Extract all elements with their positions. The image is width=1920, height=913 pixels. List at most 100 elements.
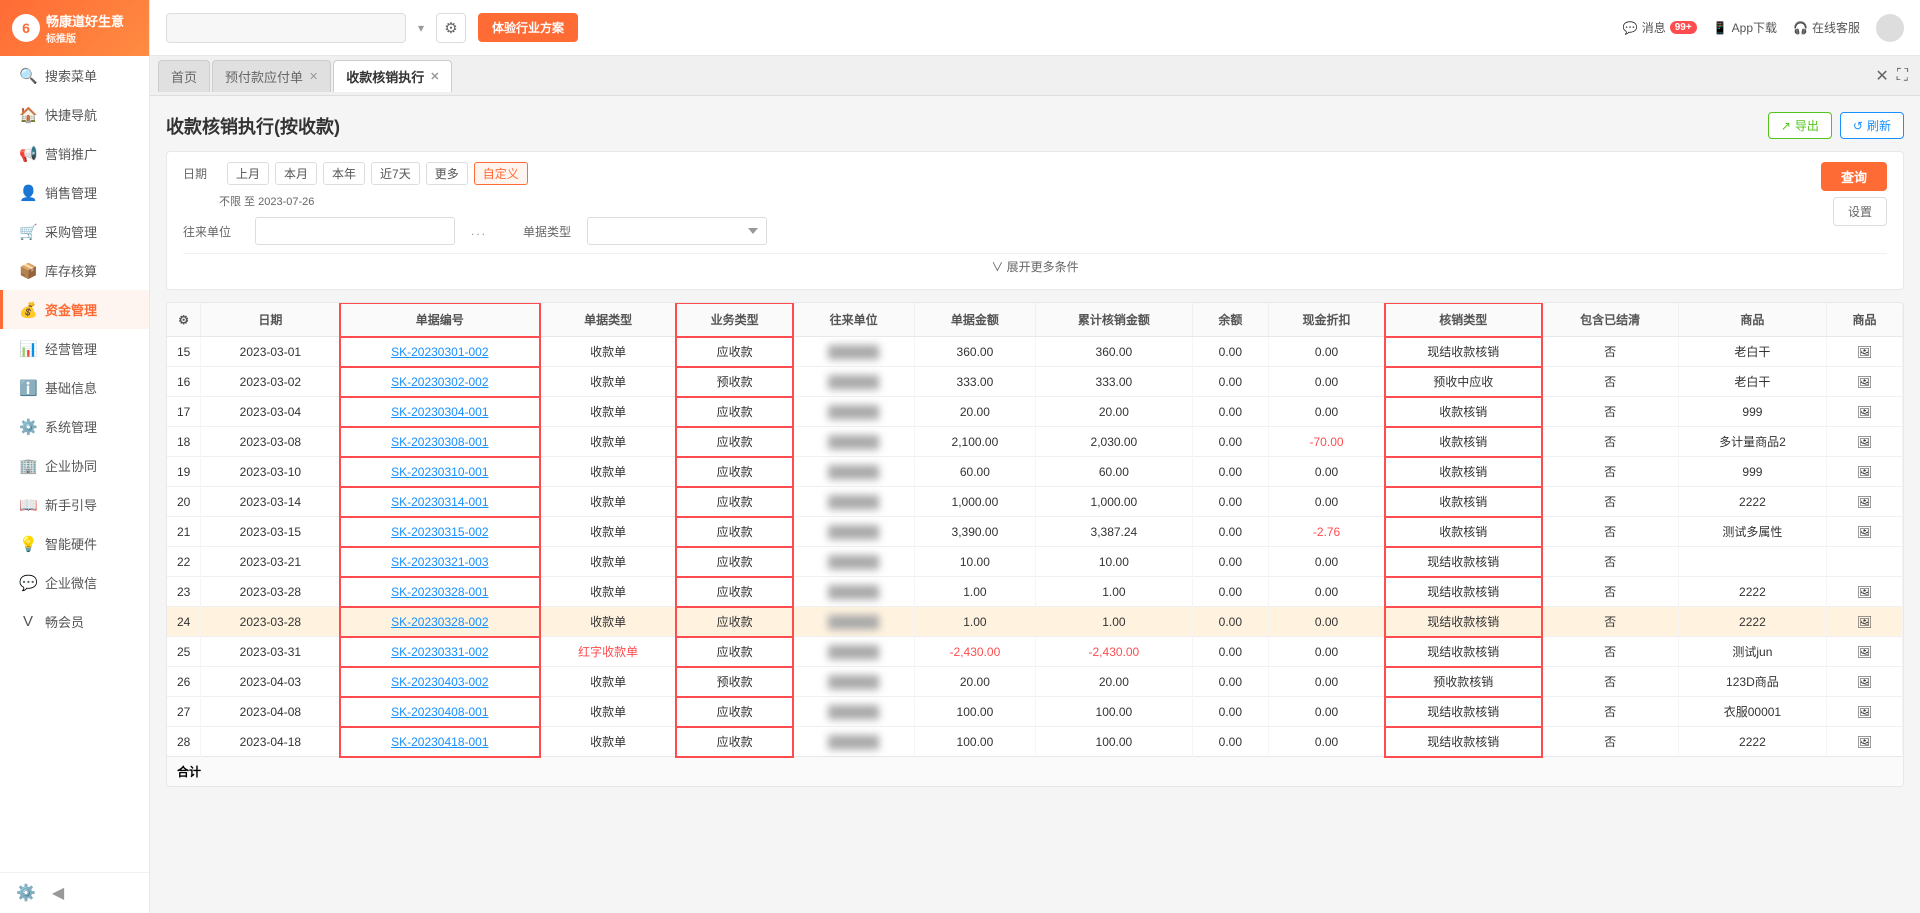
page-title: 收款核销执行(按收款) — [166, 113, 340, 139]
main-table: ⚙ 日期 单据编号 单据类型 业务类型 往来单位 单据金额 累计核销金额 余额 … — [167, 303, 1903, 786]
collapse-icon[interactable]: ◀ — [52, 883, 64, 903]
sidebar-item-guide[interactable]: 📖 新手引导 — [0, 485, 149, 524]
system-icon: ⚙️ — [19, 418, 37, 436]
th-biz-type: 业务类型 — [676, 303, 792, 337]
table-container: ⚙ 日期 单据编号 单据类型 业务类型 往来单位 单据金额 累计核销金额 余额 … — [166, 302, 1904, 787]
sidebar-item-purchase[interactable]: 🛒 采购管理 — [0, 212, 149, 251]
table-header-row: ⚙ 日期 单据编号 单据类型 业务类型 往来单位 单据金额 累计核销金额 余额 … — [167, 303, 1903, 337]
sidebar-item-hardware[interactable]: 💡 智能硬件 — [0, 524, 149, 563]
sidebar-item-inventory[interactable]: 📦 库存核算 — [0, 251, 149, 290]
filter-date-label: 日期 — [183, 165, 211, 182]
filter-btn-7days[interactable]: 近7天 — [371, 162, 420, 185]
sidebar-item-basic[interactable]: ℹ️ 基础信息 — [0, 368, 149, 407]
filter-row-partner: 往来单位 ... 单据类型 — [183, 217, 1809, 245]
member-icon: V — [19, 613, 37, 630]
sidebar-item-business[interactable]: 📊 经营管理 — [0, 329, 149, 368]
inventory-icon: 📦 — [19, 262, 37, 280]
filter-partner-input[interactable] — [255, 217, 455, 245]
sidebar-item-finance[interactable]: 💰 资金管理 — [0, 290, 149, 329]
page-actions: ↗ 导出 ↺ 刷新 — [1768, 112, 1904, 139]
maximize-icon[interactable]: ⛶ — [1897, 67, 1908, 85]
table-row: 282023-04-18SK-20230418-001收款单应收款██████1… — [167, 727, 1903, 757]
sidebar: 6 畅康道好生意 标推版 🔍 搜索菜单 🏠 快捷导航 📢 营销推广 👤 销售管理… — [0, 0, 150, 913]
sidebar-item-sales[interactable]: 👤 销售管理 — [0, 173, 149, 212]
filter-date-options: 上月 本月 本年 近7天 更多 自定义 — [227, 162, 528, 185]
sidebar-logo: 6 畅康道好生意 标推版 — [0, 0, 149, 56]
filter-doctype-select[interactable] — [587, 217, 767, 245]
industry-btn[interactable]: 体验行业方案 — [478, 13, 578, 42]
hardware-icon: 💡 — [19, 535, 37, 553]
table-row: 222023-03-21SK-20230321-003收款单应收款██████1… — [167, 547, 1903, 577]
sidebar-bottom: ⚙️ ◀ — [0, 872, 149, 913]
filter-btn-last-month[interactable]: 上月 — [227, 162, 269, 185]
chevron-down-icon: ∨ — [991, 260, 1003, 274]
app-logo-text: 畅康道好生意 标推版 — [46, 11, 124, 45]
headset-icon: 🎧 — [1793, 21, 1808, 35]
tab-close-collect[interactable]: ✕ — [430, 70, 439, 83]
tab-close-prepay[interactable]: ✕ — [309, 70, 318, 83]
user-avatar[interactable] — [1876, 14, 1904, 42]
table-row: 202023-03-14SK-20230314-001收款单应收款██████1… — [167, 487, 1903, 517]
topbar-right: 💬 消息 99+ 📱 App下载 🎧 在线客服 — [1623, 14, 1904, 42]
sidebar-item-system[interactable]: ⚙️ 系统管理 — [0, 407, 149, 446]
marketing-icon: 📢 — [19, 145, 37, 163]
chevron-down-icon[interactable]: ▾ — [418, 21, 424, 35]
tab-home[interactable]: 首页 — [158, 60, 210, 92]
th-gear[interactable]: ⚙ — [167, 303, 201, 337]
tabbar-actions: ✕ ⛶ — [1875, 66, 1920, 86]
app-logo-icon: 6 — [12, 14, 40, 42]
close-icon[interactable]: ✕ — [1875, 66, 1888, 86]
table-row: 152023-03-01SK-20230301-002收款单应收款██████3… — [167, 337, 1903, 367]
th-doc-type: 单据类型 — [540, 303, 677, 337]
filter-partner-label: 往来单位 — [183, 223, 239, 240]
filter-btn-custom[interactable]: 自定义 — [474, 162, 528, 185]
filter-btn-this-month[interactable]: 本月 — [275, 162, 317, 185]
sidebar-item-wechat[interactable]: 💬 企业微信 — [0, 563, 149, 602]
app-download-btn[interactable]: 📱 App下载 — [1713, 19, 1777, 36]
table-row: 212023-03-15SK-20230315-002收款单应收款██████3… — [167, 517, 1903, 547]
gear-icon[interactable]: ⚙ — [436, 13, 466, 43]
table-row: 162023-03-02SK-20230302-002收款单预收款██████3… — [167, 367, 1903, 397]
query-button[interactable]: 查询 — [1821, 162, 1887, 191]
sidebar-item-search[interactable]: 🔍 搜索菜单 — [0, 56, 149, 95]
th-total-offset: 累计核销金额 — [1035, 303, 1192, 337]
th-balance: 余额 — [1192, 303, 1268, 337]
filter-right-actions: 查询 设置 — [1821, 162, 1887, 226]
sidebar-item-marketing[interactable]: 📢 营销推广 — [0, 134, 149, 173]
footer-label: 合计 — [167, 757, 340, 787]
message-icon: 💬 — [1623, 21, 1638, 35]
tab-collect[interactable]: 收款核销执行 ✕ — [333, 60, 452, 92]
main-area: ▾ ⚙ 体验行业方案 💬 消息 99+ 📱 App下载 🎧 在线客服 首页 — [150, 0, 1920, 913]
th-offset-type: 核销类型 — [1385, 303, 1542, 337]
export-button[interactable]: ↗ 导出 — [1768, 112, 1832, 139]
filter-expand[interactable]: ∨ 展开更多条件 — [183, 253, 1887, 279]
th-amount: 单据金额 — [914, 303, 1035, 337]
filter-btn-more[interactable]: 更多 — [426, 162, 468, 185]
purchase-icon: 🛒 — [19, 223, 37, 241]
sidebar-item-member[interactable]: V 畅会员 — [0, 602, 149, 641]
sidebar-item-quicknav[interactable]: 🏠 快捷导航 — [0, 95, 149, 134]
message-btn[interactable]: 💬 消息 99+ — [1623, 19, 1697, 36]
refresh-button[interactable]: ↺ 刷新 — [1840, 112, 1904, 139]
filter-btn-this-year[interactable]: 本年 — [323, 162, 365, 185]
th-product-img: 商品 — [1826, 303, 1902, 337]
settings-button[interactable]: 设置 — [1833, 197, 1887, 226]
search-input[interactable] — [166, 13, 406, 43]
tab-prepay[interactable]: 预付款应付单 ✕ — [212, 60, 331, 92]
online-service-btn[interactable]: 🎧 在线客服 — [1793, 19, 1860, 36]
filter-dots: ... — [471, 224, 487, 238]
guide-icon: 📖 — [19, 496, 37, 514]
finance-icon: 💰 — [19, 301, 37, 319]
sales-icon: 👤 — [19, 184, 37, 202]
sidebar-item-company[interactable]: 🏢 企业协同 — [0, 446, 149, 485]
settings-icon[interactable]: ⚙️ — [16, 883, 36, 903]
filter-row-date: 日期 上月 本月 本年 近7天 更多 自定义 — [183, 162, 1809, 185]
page-content: 收款核销执行(按收款) ↗ 导出 ↺ 刷新 日期 — [150, 96, 1920, 913]
tabbar: 首页 预付款应付单 ✕ 收款核销执行 ✕ ✕ ⛶ — [150, 56, 1920, 96]
table-row: 242023-03-28SK-20230328-002收款单应收款██████1… — [167, 607, 1903, 637]
th-include-settled: 包含已结清 — [1542, 303, 1679, 337]
page-header: 收款核销执行(按收款) ↗ 导出 ↺ 刷新 — [166, 112, 1904, 139]
wechat-icon: 💬 — [19, 574, 37, 592]
th-product: 商品 — [1678, 303, 1826, 337]
table-scroll-wrapper[interactable]: ⚙ 日期 单据编号 单据类型 业务类型 往来单位 单据金额 累计核销金额 余额 … — [167, 303, 1903, 786]
